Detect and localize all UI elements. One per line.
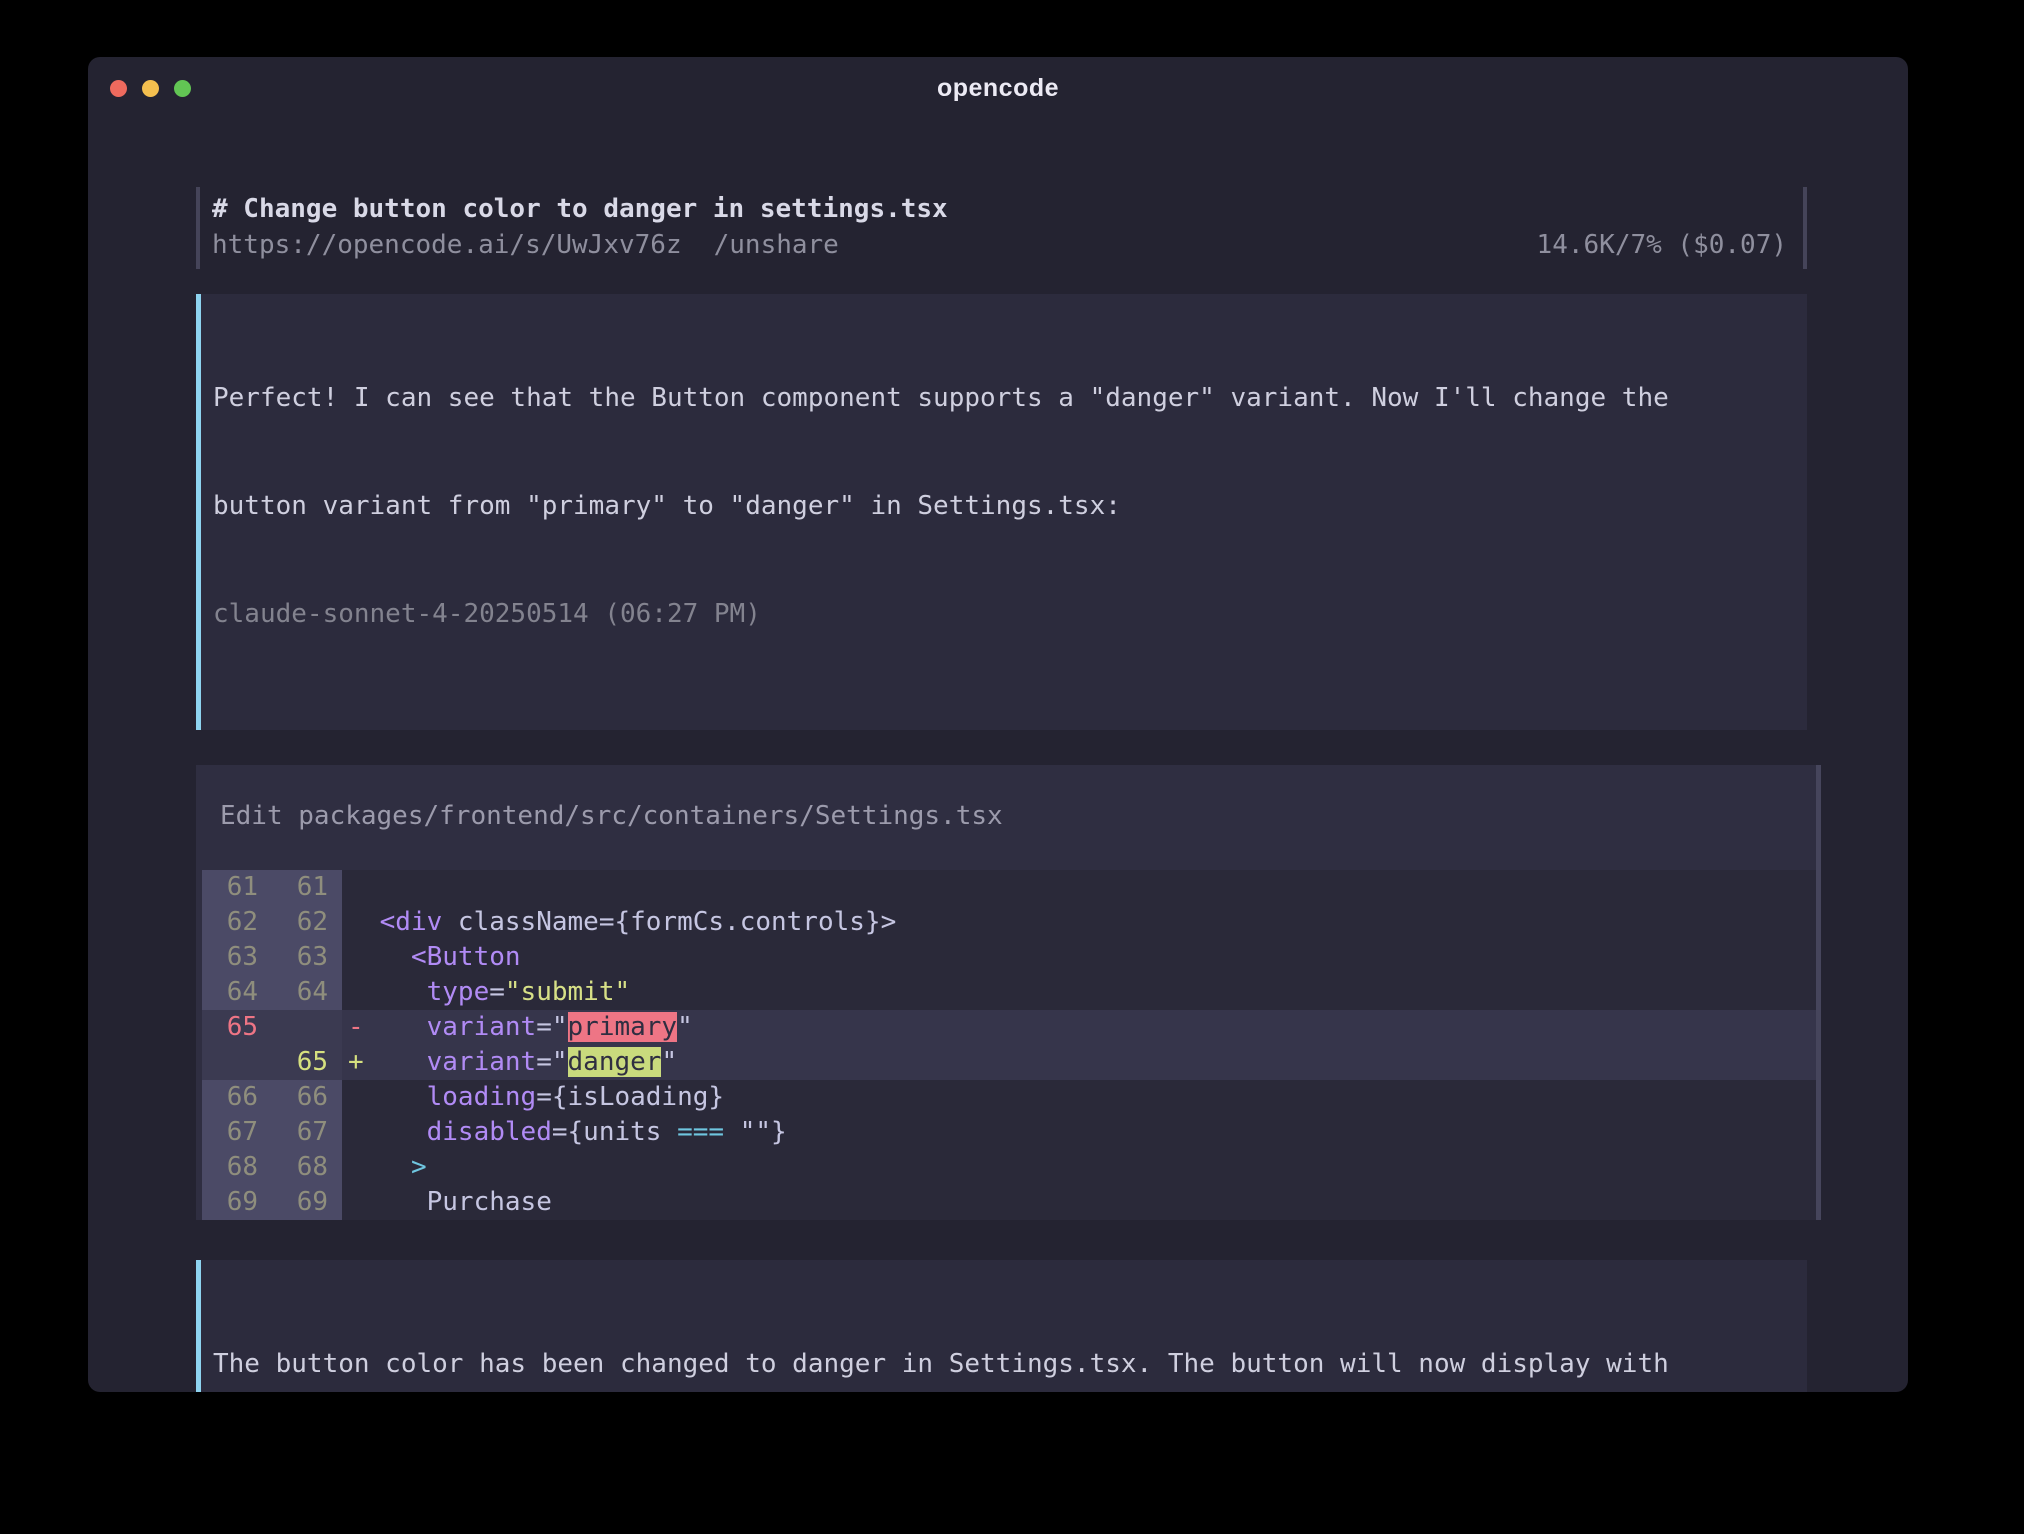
assistant-message: Perfect! I can see that the Button compo… (196, 294, 1807, 730)
diff-code-line: loading={isLoading} (364, 1080, 1816, 1115)
diff-row: 6464 type="submit" (202, 975, 1816, 1010)
message-text-line: button variant from "primary" to "danger… (213, 488, 1807, 524)
old-line-number: 63 (202, 940, 272, 975)
old-line-number: 64 (202, 975, 272, 1010)
new-line-number: 66 (272, 1080, 342, 1115)
diff-row: 6969 Purchase (202, 1185, 1816, 1220)
diff-marker (348, 975, 364, 1010)
diff-code-line: variant="danger" (364, 1045, 1816, 1080)
new-line-number: 62 (272, 905, 342, 940)
diff-row: 6363 <Button (202, 940, 1816, 975)
session-subtitle-row: https://opencode.ai/s/UwJxv76z /unshare … (212, 227, 1787, 263)
old-line-number: 62 (202, 905, 272, 940)
diff-marker: - (348, 1010, 364, 1045)
diff-marker (348, 870, 364, 905)
new-line-number: 69 (272, 1185, 342, 1220)
diff-marker: + (348, 1045, 364, 1080)
old-line-number: 69 (202, 1185, 272, 1220)
opencode-window: opencode # Change button color to danger… (88, 57, 1908, 1392)
session-header: # Change button color to danger in setti… (196, 187, 1807, 269)
message-text-line: The button color has been changed to dan… (213, 1346, 1807, 1382)
diff-code-line (364, 870, 1816, 905)
new-line-number: 63 (272, 940, 342, 975)
diff-row: 6161 (202, 870, 1816, 905)
titlebar: opencode (88, 57, 1908, 119)
assistant-message: The button color has been changed to dan… (196, 1260, 1807, 1392)
diff-code-line: <div className={formCs.controls}> (364, 905, 1816, 940)
message-text-line: Perfect! I can see that the Button compo… (213, 380, 1807, 416)
new-line-number (272, 1010, 342, 1045)
window-title: opencode (88, 74, 1908, 103)
diff-marker (348, 1150, 364, 1185)
message-model-timestamp: claude-sonnet-4-20250514 (06:27 PM) (213, 596, 1807, 632)
diff-view: 6161 6262 <div className={formCs.control… (202, 870, 1816, 1220)
edit-tool-header: Edit packages/frontend/src/containers/Se… (202, 798, 1816, 834)
diff-marker (348, 1080, 364, 1115)
diff-marker (348, 905, 364, 940)
diff-row: 6262 <div className={formCs.controls}> (202, 905, 1816, 940)
diff-code-line: variant="primary" (364, 1010, 1816, 1045)
diff-row: 6767 disabled={units === ""} (202, 1115, 1816, 1150)
diff-code-line: Purchase (364, 1185, 1816, 1220)
old-line-number: 65 (202, 1010, 272, 1045)
new-line-number: 64 (272, 975, 342, 1010)
unshare-command[interactable]: /unshare (714, 227, 839, 263)
diff-row: 65 - variant="primary" (202, 1010, 1816, 1045)
old-line-number: 66 (202, 1080, 272, 1115)
diff-row: 6666 loading={isLoading} (202, 1080, 1816, 1115)
diff-code-line: > (364, 1150, 1816, 1185)
diff-code-line: <Button (364, 940, 1816, 975)
diff-row: 6868 > (202, 1150, 1816, 1185)
session-content: # Change button color to danger in setti… (88, 119, 1908, 1392)
session-title: # Change button color to danger in setti… (212, 191, 1787, 227)
diff-marker (348, 1115, 364, 1150)
diff-code-line: type="submit" (364, 975, 1816, 1010)
new-line-number: 68 (272, 1150, 342, 1185)
token-usage-cost: 14.6K/7% ($0.07) (1537, 227, 1787, 263)
diff-row: 65+ variant="danger" (202, 1045, 1816, 1080)
diff-marker (348, 940, 364, 975)
old-line-number: 68 (202, 1150, 272, 1185)
share-url-link[interactable]: https://opencode.ai/s/UwJxv76z (212, 227, 682, 263)
new-line-number: 67 (272, 1115, 342, 1150)
old-line-number (202, 1045, 272, 1080)
new-line-number: 65 (272, 1045, 342, 1080)
diff-marker (348, 1185, 364, 1220)
old-line-number: 61 (202, 870, 272, 905)
diff-code-line: disabled={units === ""} (364, 1115, 1816, 1150)
old-line-number: 67 (202, 1115, 272, 1150)
edit-tool-card: Edit packages/frontend/src/containers/Se… (196, 765, 1821, 1220)
new-line-number: 61 (272, 870, 342, 905)
